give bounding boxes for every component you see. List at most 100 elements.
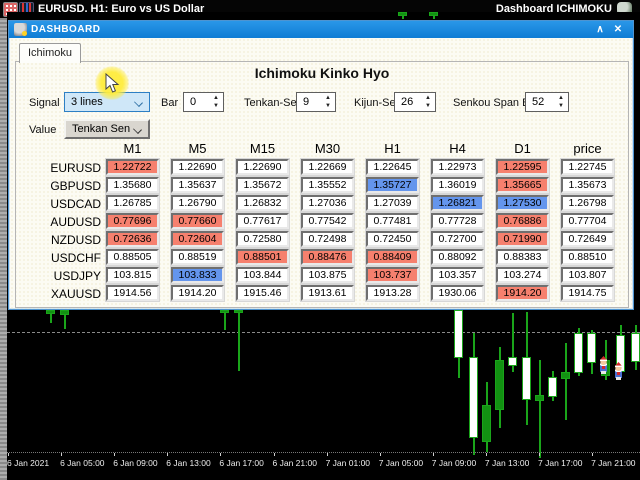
signal-cell: 103.844 — [235, 266, 290, 284]
signal-cell: 0.88519 — [170, 248, 225, 266]
tab-ichimoku[interactable]: Ichimoku — [19, 43, 81, 63]
signal-label: Signal — [29, 97, 60, 109]
signal-cell: 103.807 — [560, 266, 615, 284]
axis-tick — [432, 453, 434, 456]
time-axis-label: 6 Jan 21:00 — [272, 458, 317, 468]
candle-wick — [224, 310, 226, 330]
symbol-label: GBPUSD — [50, 179, 101, 193]
symbol-label: EURUSD — [50, 161, 101, 175]
bar-stepper[interactable]: 0 ▲ ▼ — [183, 92, 224, 112]
signal-cell: 1915.46 — [235, 284, 290, 302]
value-dropdown[interactable]: Tenkan Sen — [64, 119, 150, 139]
signal-cell: 0.77481 — [365, 212, 420, 230]
bar-label: Bar — [161, 97, 179, 109]
spin-up-icon[interactable]: ▲ — [557, 94, 565, 102]
time-axis-label: 7 Jan 05:00 — [378, 458, 424, 468]
candle-body — [548, 377, 557, 397]
santa-marker-icon — [600, 356, 607, 374]
signal-cell: 0.72700 — [430, 230, 485, 248]
signal-cell: 0.88383 — [495, 248, 550, 266]
signal-cell: 1913.28 — [365, 284, 420, 302]
column-header: H1 — [384, 141, 401, 156]
spin-up-icon[interactable]: ▲ — [424, 94, 432, 102]
signal-cell: 1.22722 — [105, 158, 160, 176]
time-axis-label: 6 Jan 09:00 — [113, 458, 158, 468]
dashboard-titlebar[interactable]: DASHBOARD ∧ ✕ — [9, 21, 633, 38]
symbol-label: USDCAD — [50, 197, 101, 211]
senkou-value: 52 — [532, 96, 545, 108]
signal-cell: 0.72450 — [365, 230, 420, 248]
time-axis-label: 7 Jan 21:00 — [591, 458, 636, 468]
signal-cell: 1914.75 — [560, 284, 615, 302]
close-button[interactable]: ✕ — [611, 23, 625, 36]
time-axis-label: 6 Jan 13:00 — [166, 458, 211, 468]
symbol-label: AUDUSD — [50, 215, 101, 229]
signal-cell: 0.77704 — [560, 212, 615, 230]
signal-cell: 1.35637 — [170, 176, 225, 194]
tenkan-stepper[interactable]: 9 ▲ ▼ — [296, 92, 336, 112]
time-axis-label: 6 Jan 2021 — [7, 458, 50, 468]
symbol-label: XAUUSD — [50, 287, 101, 301]
axis-tick — [114, 453, 116, 456]
candle-body — [522, 357, 531, 400]
mouse-cursor — [105, 73, 120, 93]
candle-body — [574, 333, 583, 373]
santa-marker-icon — [615, 362, 622, 380]
signal-cell: 0.77660 — [170, 212, 225, 230]
signal-cell: 1914.20 — [170, 284, 225, 302]
symbol-label: USDCHF — [51, 251, 101, 265]
axis-tick — [379, 453, 381, 456]
candle-body — [482, 405, 491, 442]
price-level-line — [7, 332, 640, 333]
signal-cell: 1.35673 — [560, 176, 615, 194]
candle-body — [220, 310, 229, 313]
candle-body — [46, 310, 55, 314]
spin-down-icon[interactable]: ▼ — [212, 102, 220, 110]
signal-cell: 0.88092 — [430, 248, 485, 266]
axis-tick — [539, 453, 540, 456]
dashboard-title: DASHBOARD — [31, 24, 101, 35]
axis-tick — [485, 453, 487, 456]
spin-down-icon[interactable]: ▼ — [557, 102, 565, 110]
signal-cell: 1.22645 — [365, 158, 420, 176]
candle-body — [561, 372, 570, 379]
signal-cell: 103.875 — [300, 266, 355, 284]
kijun-value: 26 — [401, 96, 414, 108]
candle-body — [587, 333, 596, 363]
signal-cell: 1.35665 — [495, 176, 550, 194]
candle-wick — [539, 360, 541, 458]
signal-cell: 0.72604 — [170, 230, 225, 248]
time-axis-label: 7 Jan 09:00 — [431, 458, 477, 468]
spin-up-icon[interactable]: ▲ — [324, 94, 332, 102]
signal-cell: 0.71990 — [495, 230, 550, 248]
signal-cell: 1.22690 — [170, 158, 225, 176]
kijun-stepper[interactable]: 26 ▲ ▼ — [394, 92, 436, 112]
value-dropdown-value: Tenkan Sen — [72, 123, 131, 135]
spin-down-icon[interactable]: ▼ — [424, 102, 432, 110]
candle-body — [60, 310, 69, 315]
tenkan-label: Tenkan-Sen — [244, 97, 303, 109]
signal-cell: 1.22690 — [235, 158, 290, 176]
signal-cell: 0.77696 — [105, 212, 160, 230]
axis-tick — [220, 453, 222, 456]
column-header: D1 — [514, 141, 531, 156]
symbol-label: NZDUSD — [51, 233, 101, 247]
signal-cell: 1930.06 — [430, 284, 485, 302]
signal-cell: 0.77542 — [300, 212, 355, 230]
spin-up-icon[interactable]: ▲ — [212, 94, 220, 102]
spin-down-icon[interactable]: ▼ — [324, 102, 332, 110]
signal-cell: 0.77728 — [430, 212, 485, 230]
signal-cell: 1.22669 — [300, 158, 355, 176]
symbol-label: USDJPY — [53, 269, 101, 283]
column-header: H4 — [449, 141, 466, 156]
signal-cell: 0.72498 — [300, 230, 355, 248]
senkou-stepper[interactable]: 52 ▲ ▼ — [525, 92, 569, 112]
candle-body — [454, 310, 463, 358]
column-header: M1 — [123, 141, 142, 156]
column-header: M5 — [188, 141, 207, 156]
collapse-button[interactable]: ∧ — [593, 23, 607, 36]
chevron-down-icon — [134, 98, 143, 107]
signal-cell: 1.35672 — [235, 176, 290, 194]
value-label: Value — [29, 124, 57, 136]
signal-cell: 1.26821 — [430, 194, 485, 212]
